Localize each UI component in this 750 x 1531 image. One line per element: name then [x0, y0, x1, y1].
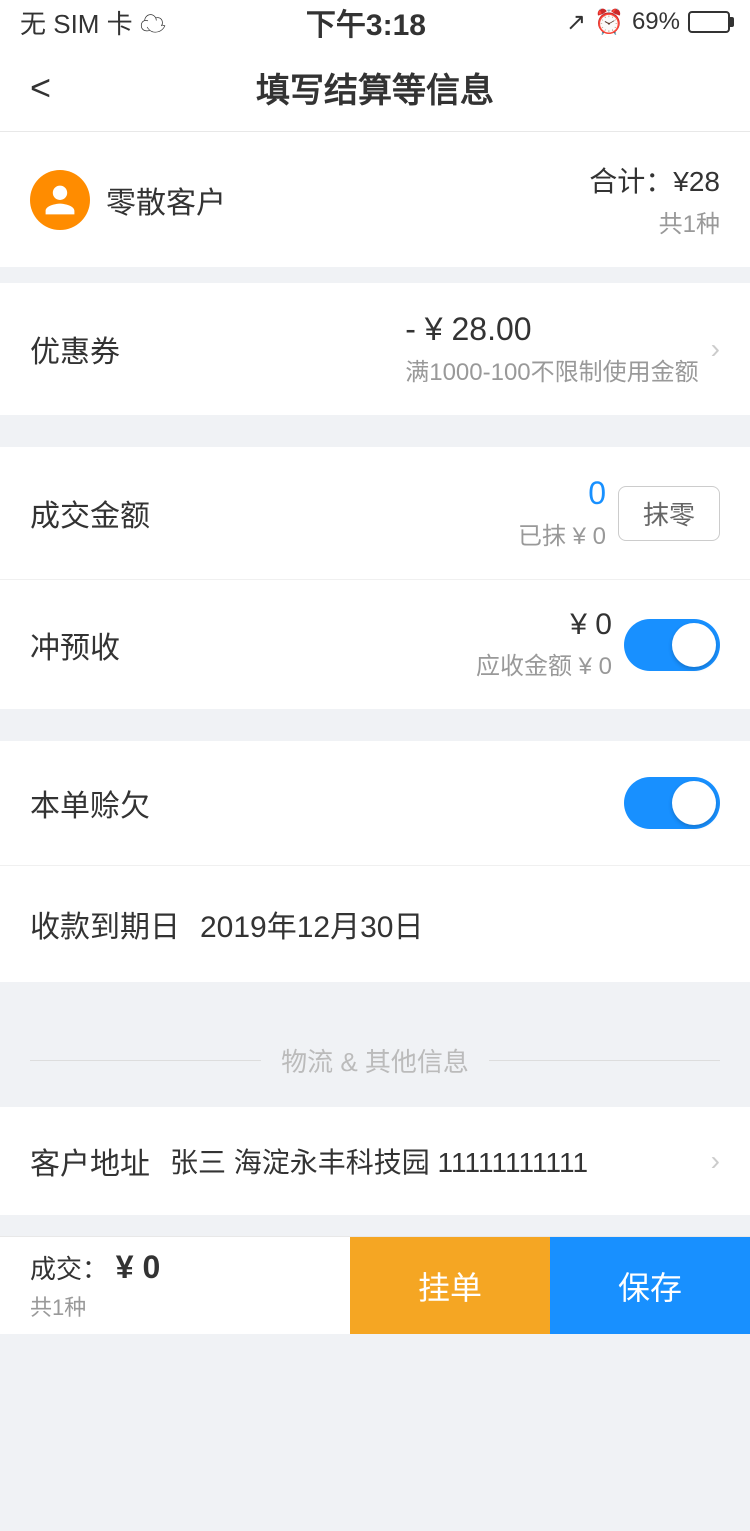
save-button[interactable]: 保存	[550, 1237, 750, 1334]
customer-row: 零散客户 合计：¥28 共1种	[0, 132, 750, 267]
user-icon	[42, 182, 78, 218]
deal-amount-value-area: 0 已抹 ¥ 0	[518, 475, 606, 551]
status-bar: 无 SIM 卡 ☁ 下午3:18 ↗ ⏰ 69%	[0, 0, 750, 44]
alarm-icon: ⏰	[594, 8, 624, 37]
coupon-card: 优惠券 - ¥ 28.00 满1000-100不限制使用金额 ›	[0, 283, 750, 415]
prepayment-subtitle: 应收金额 ¥ 0	[476, 646, 612, 681]
status-left: 无 SIM 卡 ☁	[20, 4, 166, 41]
debt-toggle-knob	[672, 781, 716, 825]
deal-amount-row: 成交金额 0 已抹 ¥ 0 抹零	[0, 447, 750, 580]
address-label: 客户地址	[30, 1139, 150, 1183]
due-date-label: 收款到期日	[30, 902, 180, 946]
logistics-section: 物流 & 其他信息	[0, 1014, 750, 1107]
address-value: 张三 海淀永丰科技园 11111111111	[170, 1141, 711, 1181]
address-row[interactable]: 客户地址 张三 海淀永丰科技园 11111111111 ›	[0, 1107, 750, 1215]
deal-amount-label: 成交金额	[30, 491, 150, 535]
customer-total: 合计：¥28	[589, 160, 720, 200]
footer-count: 共1种	[30, 1290, 320, 1322]
footer-info: 成交： ¥ 0 共1种	[0, 1237, 350, 1334]
nav-bar: < 填写结算等信息	[0, 44, 750, 132]
due-date-value: 2019年12月30日	[200, 902, 423, 946]
prepayment-toggle[interactable]	[624, 619, 720, 671]
logistics-line: 物流 & 其他信息	[30, 1042, 720, 1079]
page-title: 填写结算等信息	[256, 63, 494, 112]
divider-3	[0, 998, 750, 1014]
toggle-knob	[672, 623, 716, 667]
divider-1	[0, 431, 750, 447]
pending-button-label: 挂单	[418, 1263, 482, 1309]
deal-card: 成交金额 0 已抹 ¥ 0 抹零 冲预收 ¥ 0 应收金额 ¥ 0	[0, 447, 750, 709]
status-right: ↗ ⏰ 69%	[566, 8, 730, 37]
save-button-label: 保存	[618, 1263, 682, 1309]
customer-count: 共1种	[589, 204, 720, 239]
customer-name: 零散客户	[106, 178, 226, 222]
battery-percent: 69%	[632, 8, 680, 36]
debt-label: 本单赊欠	[30, 781, 150, 825]
footer: 成交： ¥ 0 共1种 挂单 保存	[0, 1236, 750, 1334]
deal-subtracted: 已抹 ¥ 0	[518, 516, 606, 551]
customer-left: 零散客户	[30, 170, 226, 230]
address-chevron-icon: ›	[711, 1145, 720, 1177]
prepayment-right: ¥ 0 应收金额 ¥ 0	[476, 608, 720, 681]
chevron-right-icon: ›	[711, 333, 720, 365]
customer-card: 零散客户 合计：¥28 共1种	[0, 132, 750, 267]
debt-toggle[interactable]	[624, 777, 720, 829]
customer-avatar	[30, 170, 90, 230]
location-icon: ↗	[566, 8, 586, 37]
round-zero-button[interactable]: 抹零	[618, 486, 720, 541]
pending-button[interactable]: 挂单	[350, 1237, 550, 1334]
coupon-row[interactable]: 优惠券 - ¥ 28.00 满1000-100不限制使用金额 ›	[0, 283, 750, 415]
coupon-value-area: - ¥ 28.00 满1000-100不限制使用金额	[405, 311, 698, 387]
debt-card: 本单赊欠 收款到期日 2019年12月30日	[0, 741, 750, 982]
customer-total-area: 合计：¥28 共1种	[589, 160, 720, 239]
deal-amount-value: 0	[588, 475, 606, 511]
deal-amount-right: 0 已抹 ¥ 0 抹零	[518, 475, 720, 551]
sim-label: 无 SIM 卡 ☁	[20, 4, 166, 41]
footer-deal-label: 成交：	[30, 1254, 108, 1284]
coupon-right: - ¥ 28.00 满1000-100不限制使用金额 ›	[405, 311, 720, 387]
address-card: 客户地址 张三 海淀永丰科技园 11111111111 ›	[0, 1107, 750, 1215]
battery-icon	[688, 11, 730, 33]
prepayment-label: 冲预收	[30, 623, 120, 667]
back-button[interactable]: <	[30, 67, 51, 109]
prepayment-value: ¥ 0	[476, 608, 612, 642]
coupon-discount: - ¥ 28.00	[405, 311, 698, 348]
coupon-label: 优惠券	[30, 327, 120, 371]
status-time: 下午3:18	[306, 0, 426, 44]
debt-row: 本单赊欠	[0, 741, 750, 865]
footer-deal-line: 成交： ¥ 0	[30, 1249, 320, 1286]
due-date-row: 收款到期日 2019年12月30日	[0, 865, 750, 982]
logistics-label: 物流 & 其他信息	[281, 1042, 469, 1079]
divider-2	[0, 725, 750, 741]
footer-deal-amount: ¥ 0	[116, 1249, 160, 1285]
prepayment-row: 冲预收 ¥ 0 应收金额 ¥ 0	[0, 580, 750, 709]
prepayment-value-area: ¥ 0 应收金额 ¥ 0	[476, 608, 612, 681]
coupon-subtitle: 满1000-100不限制使用金额	[405, 352, 698, 387]
